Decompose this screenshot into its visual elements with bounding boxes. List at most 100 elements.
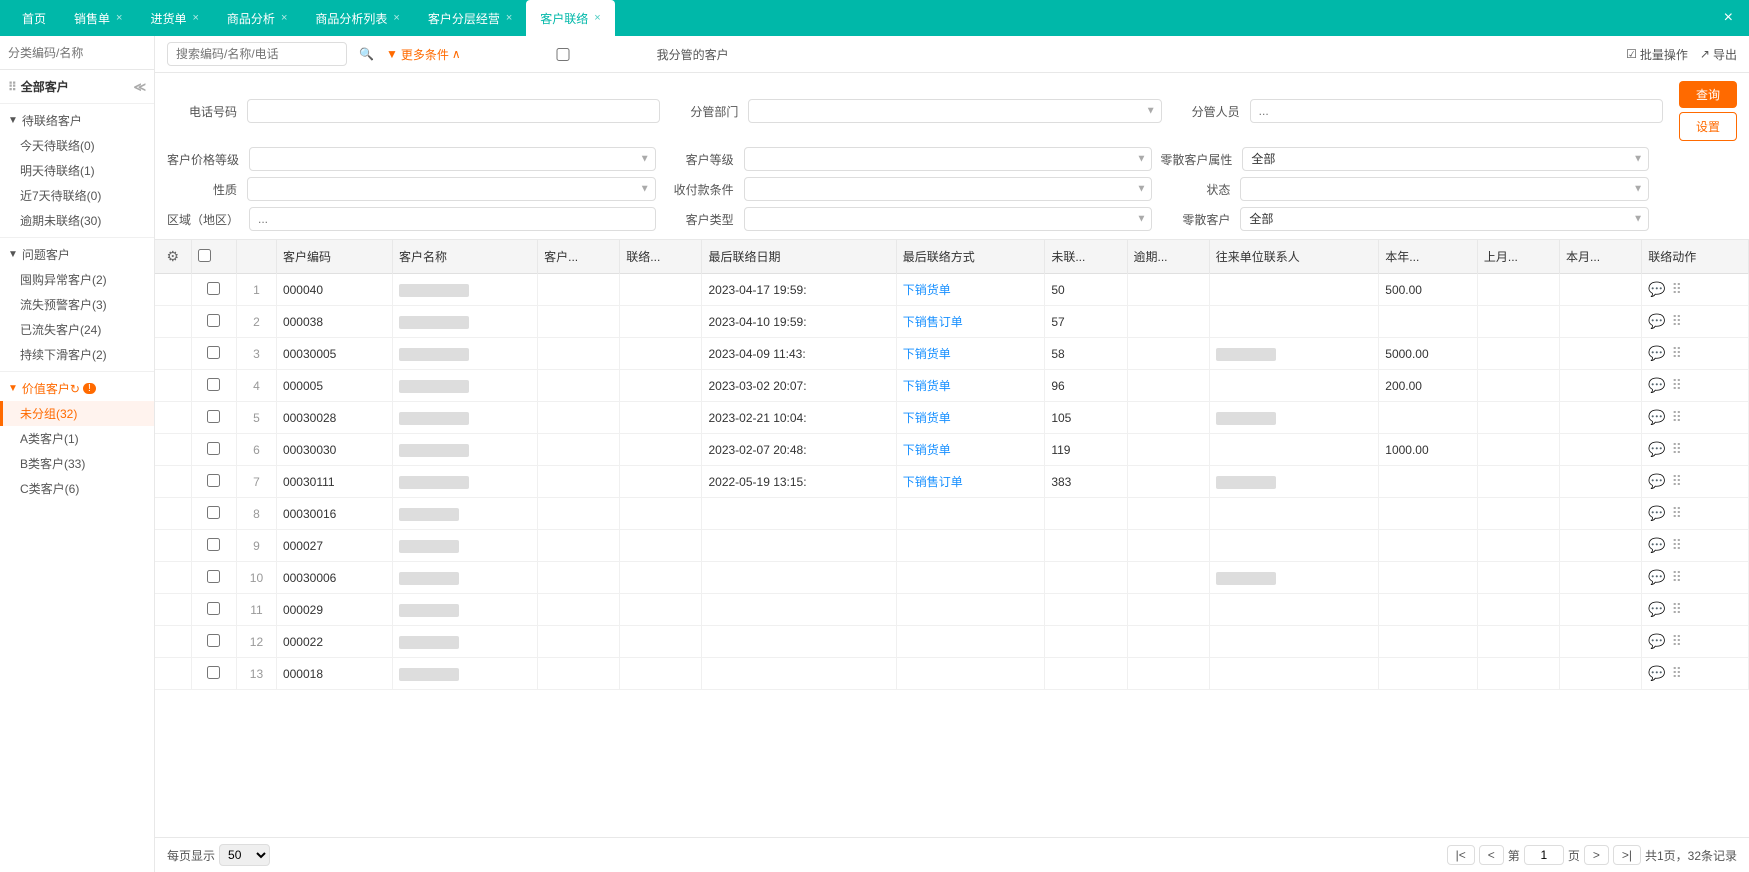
sidebar-item-today[interactable]: 今天待联络(0) — [0, 133, 154, 158]
no-contact-col-header[interactable]: 未联... — [1045, 240, 1127, 274]
grid-icon[interactable]: ⠿ — [1672, 633, 1682, 650]
last-contact-method-link[interactable]: 下销售订单 — [903, 315, 963, 329]
chat-icon[interactable]: 💬 — [1648, 409, 1665, 426]
nav-product-analysis-list[interactable]: 商品分析列表 × — [301, 0, 413, 36]
select-all-checkbox[interactable] — [198, 249, 211, 262]
nature-select[interactable] — [247, 177, 656, 201]
row-select-checkbox[interactable] — [207, 314, 220, 327]
row-checkbox[interactable] — [191, 626, 236, 658]
row-select-checkbox[interactable] — [207, 506, 220, 519]
overdue-col-header[interactable]: 逾期... — [1127, 240, 1209, 274]
next-page-button[interactable]: > — [1584, 845, 1609, 865]
row-checkbox[interactable] — [191, 466, 236, 498]
chat-icon[interactable]: 💬 — [1648, 569, 1665, 586]
contact-col-header[interactable]: 联络... — [620, 240, 702, 274]
sidebar-item-tomorrow[interactable]: 明天待联络(1) — [0, 158, 154, 183]
manager-input[interactable] — [1250, 99, 1663, 123]
row-checkbox[interactable] — [191, 370, 236, 402]
row-checkbox[interactable] — [191, 658, 236, 690]
sidebar-item-ungrouped[interactable]: 未分组(32) — [0, 401, 154, 426]
row-select-checkbox[interactable] — [207, 282, 220, 295]
chat-icon[interactable]: 💬 — [1648, 313, 1665, 330]
row-select-checkbox[interactable] — [207, 570, 220, 583]
grid-icon[interactable]: ⠿ — [1672, 441, 1682, 458]
grid-icon[interactable]: ⠿ — [1672, 665, 1682, 682]
last-month-col-header[interactable]: 上月... — [1477, 240, 1559, 274]
row-checkbox[interactable] — [191, 402, 236, 434]
grid-icon[interactable]: ⠿ — [1672, 569, 1682, 586]
sidebar-group-pending[interactable]: ▼ 待联络客户 — [0, 108, 154, 133]
first-page-button[interactable]: |< — [1447, 845, 1475, 865]
last-contact-method-link[interactable]: 下销货单 — [903, 379, 951, 393]
refresh-icon[interactable]: ↻ — [70, 382, 80, 396]
row-select-checkbox[interactable] — [207, 666, 220, 679]
nav-product-analysis-list-close[interactable]: × — [393, 12, 399, 24]
row-checkbox[interactable] — [191, 338, 236, 370]
code-col-header[interactable]: 客户编码 — [276, 240, 392, 274]
chat-icon[interactable]: 💬 — [1648, 633, 1665, 650]
row-select-checkbox[interactable] — [207, 378, 220, 391]
grid-icon[interactable]: ⠿ — [1672, 537, 1682, 554]
row-checkbox[interactable] — [191, 562, 236, 594]
collapse-icon[interactable]: ≪ — [133, 80, 146, 94]
nav-product-analysis-close[interactable]: × — [281, 12, 287, 24]
row-select-checkbox[interactable] — [207, 346, 220, 359]
row-select-checkbox[interactable] — [207, 602, 220, 615]
grid-icon[interactable]: ⠿ — [1672, 377, 1682, 394]
sidebar-item-overdue[interactable]: 逾期未联络(30) — [0, 208, 154, 233]
this-month-col-header[interactable]: 本月... — [1560, 240, 1642, 274]
row-select-checkbox[interactable] — [207, 474, 220, 487]
page-input[interactable] — [1524, 845, 1564, 865]
nav-customer-tier-close[interactable]: × — [506, 12, 512, 24]
settings-col-header[interactable]: ⚙ — [155, 240, 191, 274]
prev-page-button[interactable]: < — [1479, 845, 1504, 865]
row-checkbox[interactable] — [191, 306, 236, 338]
chat-icon[interactable]: 💬 — [1648, 441, 1665, 458]
row-select-checkbox[interactable] — [207, 410, 220, 423]
checkbox-col-header[interactable] — [191, 240, 236, 274]
more-filters-button[interactable]: ▼ 更多条件 ∧ — [386, 46, 461, 63]
type-col-header[interactable]: 客户... — [538, 240, 620, 274]
row-checkbox[interactable] — [191, 274, 236, 306]
region-input[interactable] — [249, 207, 656, 231]
my-customers-checkbox[interactable]: 我分管的客户 — [473, 46, 729, 63]
grid-icon[interactable]: ⠿ — [1672, 601, 1682, 618]
chat-icon[interactable]: 💬 — [1648, 281, 1665, 298]
nav-customer-tier[interactable]: 客户分层经营 × — [414, 0, 526, 36]
last-contact-method-col-header[interactable]: 最后联络方式 — [896, 240, 1045, 274]
last-contact-date-col-header[interactable]: 最后联络日期 — [702, 240, 896, 274]
per-page-select[interactable]: 50 10 20 100 — [219, 844, 270, 866]
nav-purchase-close[interactable]: × — [192, 12, 198, 24]
chat-icon[interactable]: 💬 — [1648, 345, 1665, 362]
customer-type-select[interactable] — [744, 207, 1153, 231]
unit-contact-col-header[interactable]: 往来单位联系人 — [1209, 240, 1379, 274]
batch-op-button[interactable]: ☑ 批量操作 — [1626, 46, 1688, 63]
export-button[interactable]: ↗ 导出 — [1700, 46, 1737, 63]
nav-customer-contact-close[interactable]: × — [594, 12, 600, 24]
scatter-select[interactable]: 全部 — [1240, 207, 1649, 231]
all-customers-header[interactable]: ⠿ 全部客户 ≪ — [0, 70, 154, 99]
last-contact-method-link[interactable]: 下销货单 — [903, 283, 951, 297]
sidebar-item-churn-warning[interactable]: 流失预警客户(3) — [0, 292, 154, 317]
grid-icon[interactable]: ⠿ — [1672, 409, 1682, 426]
sidebar-group-value[interactable]: ▼ 价值客户 ↻ ! — [0, 376, 154, 401]
table-settings-icon[interactable]: ⚙ — [166, 248, 179, 264]
status-select[interactable] — [1240, 177, 1649, 201]
chat-icon[interactable]: 💬 — [1648, 377, 1665, 394]
sidebar-item-declining[interactable]: 持续下滑客户(2) — [0, 342, 154, 367]
phone-input[interactable] — [247, 99, 660, 123]
chat-icon[interactable]: 💬 — [1648, 537, 1665, 554]
grid-icon[interactable]: ⠿ — [1672, 473, 1682, 490]
chat-icon[interactable]: 💬 — [1648, 473, 1665, 490]
grid-icon[interactable]: ⠿ — [1672, 505, 1682, 522]
chat-icon[interactable]: 💬 — [1648, 665, 1665, 682]
row-select-checkbox[interactable] — [207, 538, 220, 551]
grid-icon[interactable]: ⠿ — [1672, 345, 1682, 362]
row-select-checkbox[interactable] — [207, 442, 220, 455]
query-button[interactable]: 查询 — [1679, 81, 1737, 108]
nav-home[interactable]: 首页 — [8, 0, 60, 36]
row-checkbox[interactable] — [191, 530, 236, 562]
sidebar-item-b-class[interactable]: B类客户(33) — [0, 451, 154, 476]
nav-sales[interactable]: 销售单 × — [60, 0, 136, 36]
sidebar-item-7days[interactable]: 近7天待联络(0) — [0, 183, 154, 208]
